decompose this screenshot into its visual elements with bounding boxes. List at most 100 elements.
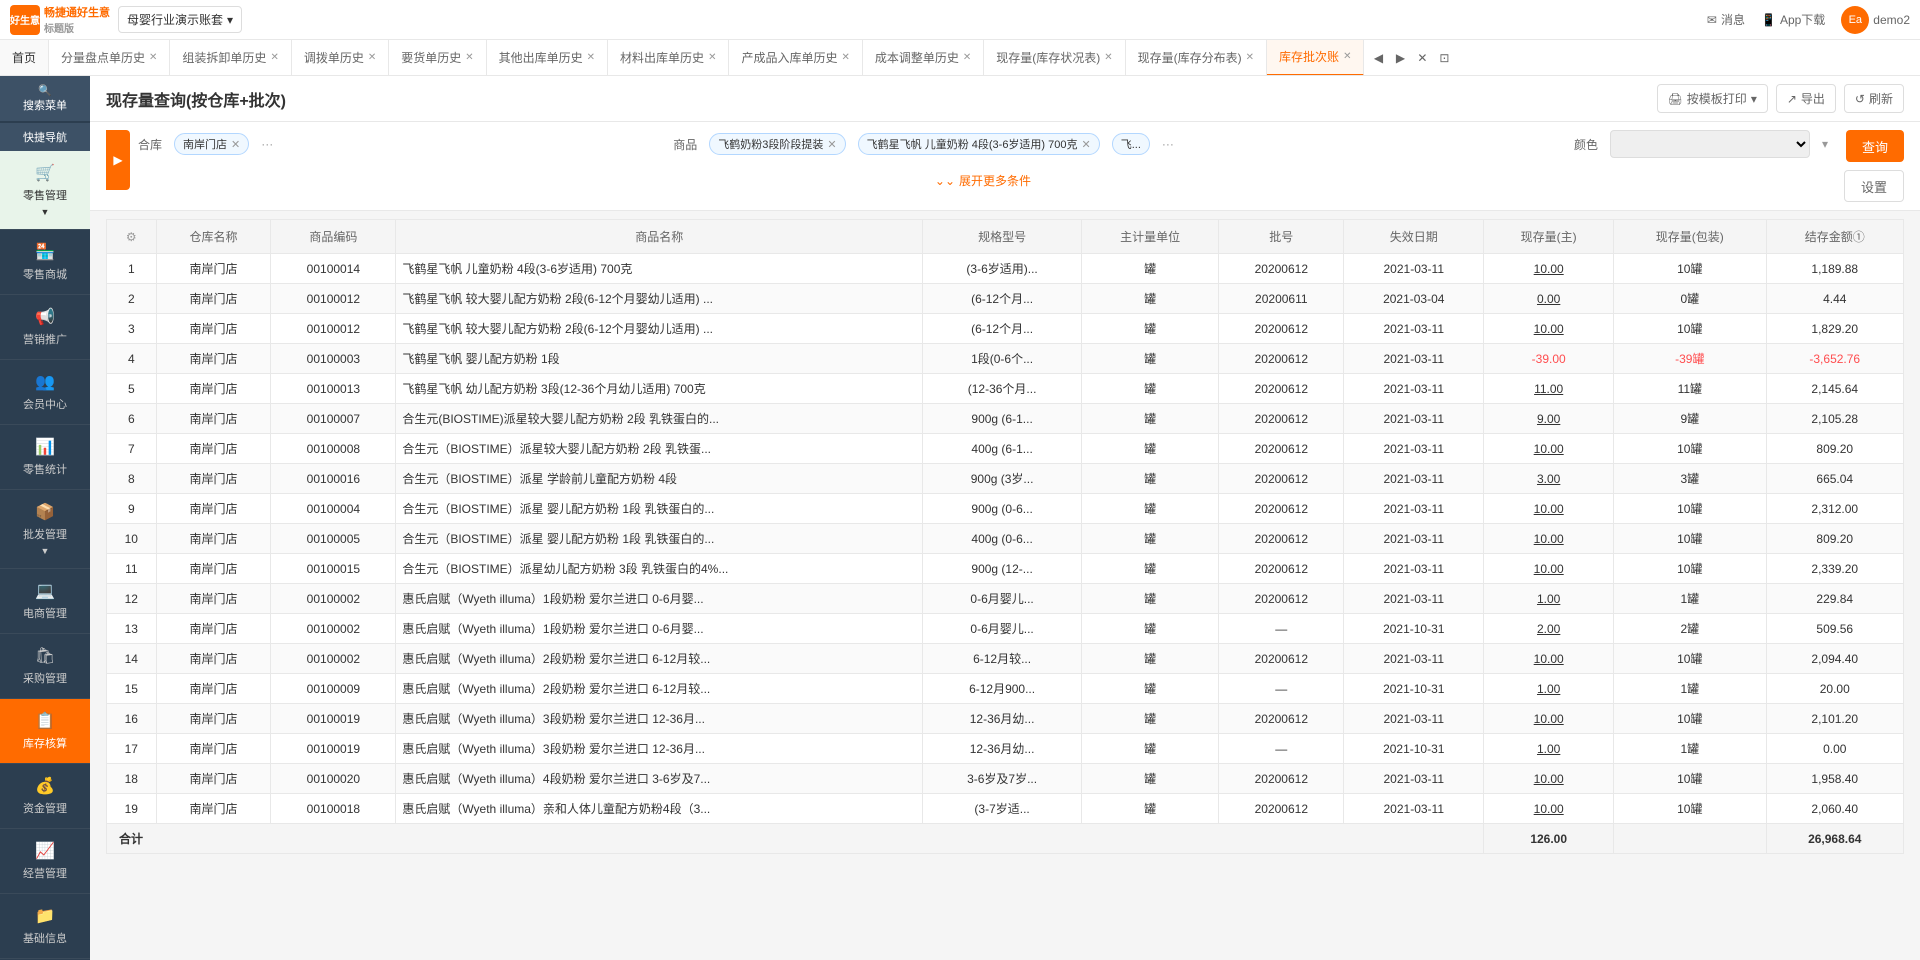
tab-chan-pin-ru[interactable]: 产成品入库单历史 ✕ [729,40,862,76]
cell-qty-main[interactable]: -39.00 [1484,344,1614,374]
cell-qty-main[interactable]: 9.00 [1484,404,1614,434]
color-expand-toggle[interactable]: ▾ [1822,137,1828,151]
cell-qty-main[interactable]: 3.00 [1484,464,1614,494]
message-btn[interactable]: ✉ 消息 [1707,11,1745,28]
close-icon[interactable]: ✕ [149,52,157,63]
cell-qty-main[interactable]: 10.00 [1484,554,1614,584]
arrow-icon: ▼ [41,546,50,556]
cell-name: 飞鹤星飞帆 幼儿配方奶粉 3段(12-36个月幼儿适用) 700克 [396,374,923,404]
tab-scroll-right[interactable]: ▶ [1390,48,1410,68]
cell-amount: 2,339.20 [1766,554,1903,584]
cell-code: 00100004 [271,494,396,524]
close-icon[interactable]: ✕ [963,52,971,63]
cell-qty-main[interactable]: 2.00 [1484,614,1614,644]
account-selector[interactable]: 母婴行业演示账套 ▾ [118,6,242,33]
cell-qty-main[interactable]: 1.00 [1484,584,1614,614]
sidebar-item-ecommerce[interactable]: 💻 电商管理 [0,569,90,634]
cell-qty-main[interactable]: 10.00 [1484,314,1614,344]
warehouse-ellipsis[interactable]: ··· [261,137,273,151]
sidebar-item-finance[interactable]: 💰 资金管理 [0,764,90,829]
cell-qty-main[interactable]: 10.00 [1484,524,1614,554]
tab-diao-bo[interactable]: 调拨单历史 ✕ [292,40,389,76]
expand-filter-btn[interactable]: ▶ [106,130,130,190]
cell-qty-main[interactable]: 1.00 [1484,674,1614,704]
product-ellipsis[interactable]: ··· [1162,137,1174,151]
close-icon[interactable]: ✕ [1246,52,1254,63]
close-icon[interactable]: ✕ [708,52,716,63]
export-btn[interactable]: ↗ 导出 [1776,84,1836,113]
settings-icon[interactable]: ⚙ [126,230,137,244]
cell-qty-main[interactable]: 10.00 [1484,644,1614,674]
template-print-btn[interactable]: 🖨 按模板打印 ▾ [1657,84,1768,113]
close-icon[interactable]: ✕ [841,52,849,63]
tab-close-all[interactable]: ✕ [1412,48,1432,68]
cell-qty-main[interactable]: 10.00 [1484,764,1614,794]
tab-qi-ta-chu[interactable]: 其他出库单历史 ✕ [487,40,608,76]
close-icon[interactable]: ✕ [270,52,278,63]
sidebar-item-wholesale[interactable]: 📦 批发管理 ▼ [0,490,90,569]
sidebar-item-member[interactable]: 👥 会员中心 [0,360,90,425]
tab-cheng-ben[interactable]: 成本调整单历史 ✕ [863,40,984,76]
close-icon[interactable]: ✕ [1343,51,1351,62]
sidebar-item-purchase[interactable]: 🛍 采购管理 [0,634,90,699]
cell-qty-main[interactable]: 0.00 [1484,284,1614,314]
tab-xian-cun-fen[interactable]: 现存量(库存分布表) ✕ [1126,40,1267,76]
cell-no: 18 [107,764,157,794]
sidebar-item-shop[interactable]: 🏪 零售商城 [0,230,90,295]
cell-qty-main[interactable]: 10.00 [1484,254,1614,284]
remove-warehouse-tag[interactable]: ✕ [231,138,240,151]
product-tag2[interactable]: 飞鹤星飞帆 儿童奶粉 4段(3-6岁适用) 700克 ✕ [858,133,1100,155]
table-footer-row: 合计 126.00 26,968.64 [107,824,1904,854]
sidebar-item-basic[interactable]: 📁 基础信息 [0,894,90,959]
tab-yao-huo[interactable]: 要货单历史 ✕ [389,40,486,76]
cell-expiry: 2021-03-11 [1344,374,1484,404]
tab-home[interactable]: 首页 [0,40,49,76]
cell-qty-pkg: 10罐 [1614,314,1766,344]
sidebar-quick-nav[interactable]: 快捷导航 [0,123,90,151]
cell-qty-pkg: 10罐 [1614,554,1766,584]
user-menu[interactable]: Ea demo2 [1841,6,1910,34]
close-icon[interactable]: ✕ [1104,52,1112,63]
tab-scroll-left[interactable]: ◀ [1368,48,1388,68]
tab-expand[interactable]: ⊡ [1434,48,1454,68]
close-icon[interactable]: ✕ [368,52,376,63]
tab-zu-chai[interactable]: 组装拆卸单历史 ✕ [170,40,291,76]
sidebar-item-retail[interactable]: 🛒 零售管理 ▼ [0,151,90,230]
cell-code: 00100007 [271,404,396,434]
sidebar-item-operation[interactable]: 📈 经营管理 [0,829,90,894]
tab-fen-pan[interactable]: 分量盘点单历史 ✕ [49,40,170,76]
col-settings[interactable]: ⚙ [107,220,157,254]
color-select[interactable] [1610,130,1810,158]
sidebar-search[interactable]: 🔍 搜索菜单 [0,76,90,121]
cell-qty-main[interactable]: 10.00 [1484,794,1614,824]
tab-xian-cun-zhuang[interactable]: 现存量(库存状况表) ✕ [984,40,1125,76]
app-download-btn[interactable]: 📱 App下载 [1761,11,1825,28]
cell-qty-main[interactable]: 11.00 [1484,374,1614,404]
cell-unit: 罐 [1081,374,1218,404]
cell-warehouse: 南岸门店 [156,674,271,704]
sidebar-item-marketing[interactable]: 📢 营销推广 [0,295,90,360]
tab-ku-cun-pi[interactable]: 库存批次账 ✕ [1267,40,1364,76]
remove-product-tag1[interactable]: ✕ [827,138,836,151]
sidebar-item-inventory[interactable]: 📋 库存核算 [0,699,90,764]
cell-qty-main[interactable]: 10.00 [1484,434,1614,464]
cell-qty-main[interactable]: 10.00 [1484,704,1614,734]
query-btn[interactable]: 查询 [1846,130,1904,162]
settings-btn[interactable]: 设置 [1844,170,1904,202]
remove-product-tag2[interactable]: ✕ [1082,138,1091,151]
sidebar-item-retail-stat[interactable]: 📊 零售统计 [0,425,90,490]
cell-qty-main[interactable]: 10.00 [1484,494,1614,524]
product-tag1[interactable]: 飞鹤奶粉3段阶段提装 ✕ [709,133,845,155]
table-row: 13 南岸门店 00100002 惠氏启赋（Wyeth illuma）1段奶粉 … [107,614,1904,644]
product-tag3[interactable]: 飞... [1112,133,1150,155]
footer-qty-pkg-total [1614,824,1766,854]
refresh-btn[interactable]: ↺ 刷新 [1844,84,1904,113]
warehouse-tag[interactable]: 南岸门店 ✕ [174,133,249,155]
cell-unit: 罐 [1081,314,1218,344]
close-icon[interactable]: ✕ [465,52,473,63]
cell-qty-main[interactable]: 1.00 [1484,734,1614,764]
expand-more-btn[interactable]: ⌄⌄ 展开更多条件 [138,168,1828,193]
col-code: 商品编码 [271,220,396,254]
close-icon[interactable]: ✕ [587,52,595,63]
tab-cai-liao[interactable]: 材料出库单历史 ✕ [608,40,729,76]
